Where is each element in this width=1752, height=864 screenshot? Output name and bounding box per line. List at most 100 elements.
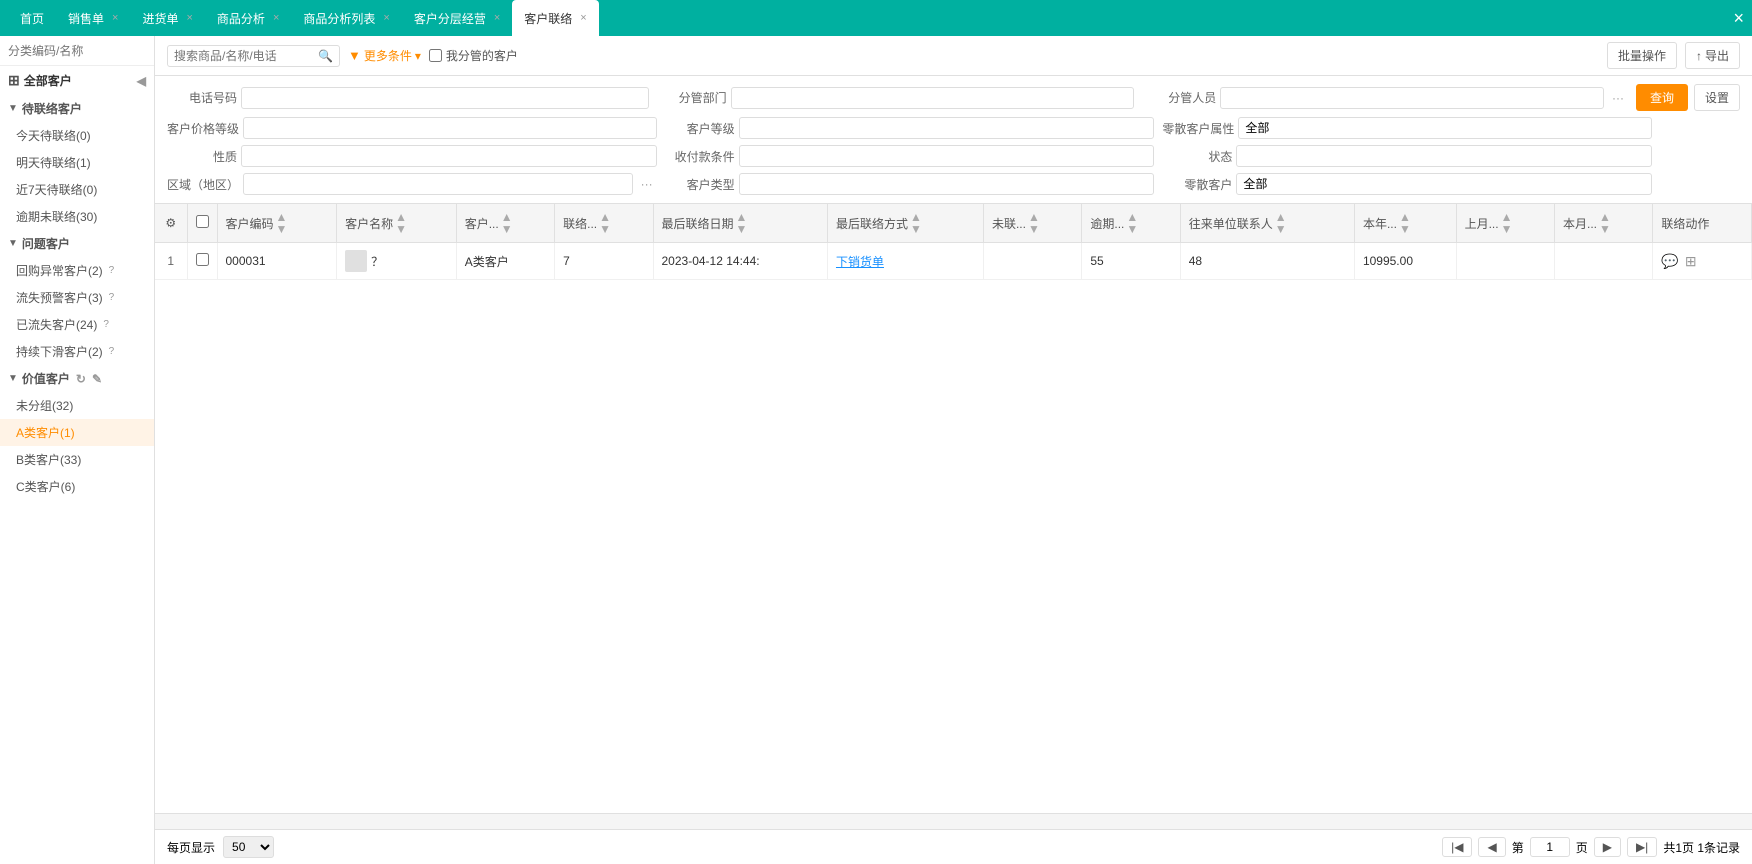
- filter-payment-select[interactable]: [739, 145, 1155, 167]
- sidebar-item-declining[interactable]: 持续下滑客户(2) ?: [0, 338, 154, 365]
- sidebar-item-7days[interactable]: 近7天待联络(0): [0, 176, 154, 203]
- col-code[interactable]: 客户编码 ▲▼: [217, 204, 337, 243]
- filter-nature-select[interactable]: [241, 145, 657, 167]
- col-type[interactable]: 客户... ▲▼: [456, 204, 554, 243]
- close-icon[interactable]: ×: [383, 12, 389, 24]
- page-number-input[interactable]: [1530, 837, 1570, 857]
- help-icon[interactable]: ?: [109, 346, 115, 357]
- qr-icon[interactable]: ⊞: [1685, 253, 1697, 270]
- filter-region-input[interactable]: [243, 173, 633, 195]
- tab-purchase[interactable]: 进货单 ×: [130, 0, 204, 36]
- more-filter-button[interactable]: ▼ 更多条件 ▾: [348, 47, 421, 64]
- collapse-icon[interactable]: ◀: [137, 74, 146, 88]
- close-icon[interactable]: ×: [494, 12, 500, 24]
- filter-scatter-attr-select[interactable]: 全部: [1238, 117, 1652, 139]
- row-contact-count: 7: [555, 243, 653, 280]
- tab-customer-contact[interactable]: 客户联络 ×: [512, 0, 598, 36]
- col-last-contact-method[interactable]: 最后联络方式 ▲▼: [827, 204, 983, 243]
- filter-scatter-select[interactable]: 全部: [1236, 173, 1652, 195]
- tab-product-analysis[interactable]: 商品分析 ×: [205, 0, 291, 36]
- contact-method-link[interactable]: 下销货单: [836, 255, 884, 269]
- sidebar-all-customers[interactable]: ⊞ 全部客户 ◀: [0, 66, 154, 95]
- refresh-icon[interactable]: ↻: [76, 372, 86, 386]
- col-current-month[interactable]: 本月... ▲▼: [1554, 204, 1652, 243]
- close-window-icon[interactable]: ×: [1733, 8, 1744, 29]
- section-problem-customers[interactable]: ▼ 问题客户: [0, 230, 154, 257]
- col-contact-count[interactable]: 联络... ▲▼: [555, 204, 653, 243]
- sidebar-item-a-class[interactable]: A类客户(1): [0, 419, 154, 446]
- sidebar-item-tomorrow[interactable]: 明天待联络(1): [0, 149, 154, 176]
- filter-customer-type-input[interactable]: [739, 173, 1155, 195]
- col-settings[interactable]: ⚙: [155, 204, 187, 243]
- batch-operation-button[interactable]: 批量操作: [1607, 42, 1677, 69]
- chevron-down-icon: ▾: [415, 49, 421, 63]
- row-actions: 💬 ⊞: [1653, 243, 1752, 280]
- more-options-icon[interactable]: ···: [1608, 91, 1628, 105]
- col-overdue[interactable]: 逾期... ▲▼: [1082, 204, 1180, 243]
- sidebar-item-today[interactable]: 今天待联络(0): [0, 122, 154, 149]
- filter-manager-input[interactable]: [1220, 87, 1604, 109]
- filter-nature: 性质: [167, 145, 657, 167]
- tab-home[interactable]: 首页: [8, 0, 56, 36]
- col-last-month[interactable]: 上月... ▲▼: [1456, 204, 1554, 243]
- settings-button[interactable]: 设置: [1694, 84, 1740, 111]
- filter-scatter-attr: 零散客户属性 全部: [1162, 117, 1652, 139]
- col-contact-person[interactable]: 往来单位联系人 ▲▼: [1180, 204, 1354, 243]
- filter-price-level-select[interactable]: [243, 117, 657, 139]
- sort-icon: ▲▼: [1501, 211, 1513, 235]
- sidebar-item-churn-warning[interactable]: 流失预警客户(3) ?: [0, 284, 154, 311]
- table-row: 1 000031 ？ A类客户 7 2023-04-12 14:44:: [155, 243, 1752, 280]
- search-input[interactable]: [174, 49, 314, 63]
- row-select-checkbox[interactable]: [196, 253, 209, 266]
- per-page-select[interactable]: 50 100: [223, 836, 274, 858]
- col-year-amount[interactable]: 本年... ▲▼: [1354, 204, 1456, 243]
- help-icon[interactable]: ?: [109, 265, 115, 276]
- my-customers-checkbox-label[interactable]: 我分管的客户: [429, 47, 518, 64]
- sort-icon: ▲▼: [1028, 211, 1040, 235]
- close-icon[interactable]: ×: [112, 12, 118, 24]
- col-name[interactable]: 客户名称 ▲▼: [337, 204, 457, 243]
- more-options-icon[interactable]: ···: [637, 177, 657, 191]
- search-icon[interactable]: 🔍: [318, 49, 333, 63]
- my-customers-checkbox[interactable]: [429, 49, 442, 62]
- sort-icon: ▲▼: [1275, 211, 1287, 235]
- sidebar-item-churned[interactable]: 已流失客户(24) ?: [0, 311, 154, 338]
- sort-icon: ▲▼: [910, 211, 922, 235]
- prev-page-button[interactable]: ◀: [1478, 837, 1505, 857]
- export-button[interactable]: ↑ 导出: [1685, 42, 1740, 69]
- sidebar-item-unclassified[interactable]: 未分组(32): [0, 392, 154, 419]
- edit-icon[interactable]: ✎: [92, 372, 102, 386]
- sidebar-search-input[interactable]: [8, 44, 155, 58]
- col-last-contact-date[interactable]: 最后联络日期 ▲▼: [653, 204, 827, 243]
- tab-sales[interactable]: 销售单 ×: [56, 0, 130, 36]
- sidebar-item-overdue[interactable]: 逾期未联络(30): [0, 203, 154, 230]
- help-icon[interactable]: ?: [103, 319, 109, 330]
- next-page-button[interactable]: ▶: [1594, 837, 1621, 857]
- sidebar-item-abnormal[interactable]: 回购异常客户(2) ?: [0, 257, 154, 284]
- horizontal-scrollbar[interactable]: [155, 813, 1752, 829]
- sidebar-item-b-class[interactable]: B类客户(33): [0, 446, 154, 473]
- close-icon[interactable]: ×: [186, 12, 192, 24]
- filter-dept-select[interactable]: [731, 87, 1135, 109]
- sidebar-item-c-class[interactable]: C类客户(6): [0, 473, 154, 500]
- toolbar: 🔍 ▼ 更多条件 ▾ 我分管的客户 批量操作 ↑ 导出: [155, 36, 1752, 76]
- close-icon[interactable]: ×: [580, 12, 586, 24]
- row-last-month: [1456, 243, 1554, 280]
- col-no-contact[interactable]: 未联... ▲▼: [983, 204, 1081, 243]
- section-value-customers[interactable]: ▼ 价值客户 ↻ ✎: [0, 365, 154, 392]
- last-page-button[interactable]: ▶|: [1627, 837, 1657, 857]
- select-all-checkbox[interactable]: [196, 215, 209, 228]
- close-icon[interactable]: ×: [273, 12, 279, 24]
- avatar: [345, 250, 367, 272]
- tab-customer-tier[interactable]: 客户分层经营 ×: [402, 0, 512, 36]
- section-pending-contact[interactable]: ▼ 待联络客户: [0, 95, 154, 122]
- help-icon[interactable]: ?: [109, 292, 115, 303]
- tab-product-analysis-list[interactable]: 商品分析列表 ×: [291, 0, 401, 36]
- search-box: 🔍: [167, 45, 340, 67]
- chat-icon[interactable]: 💬: [1661, 253, 1678, 270]
- filter-customer-level-select[interactable]: [739, 117, 1155, 139]
- query-button[interactable]: 查询: [1636, 84, 1688, 111]
- filter-phone-input[interactable]: [241, 87, 649, 109]
- filter-status-select[interactable]: [1236, 145, 1652, 167]
- first-page-button[interactable]: |◀: [1442, 837, 1472, 857]
